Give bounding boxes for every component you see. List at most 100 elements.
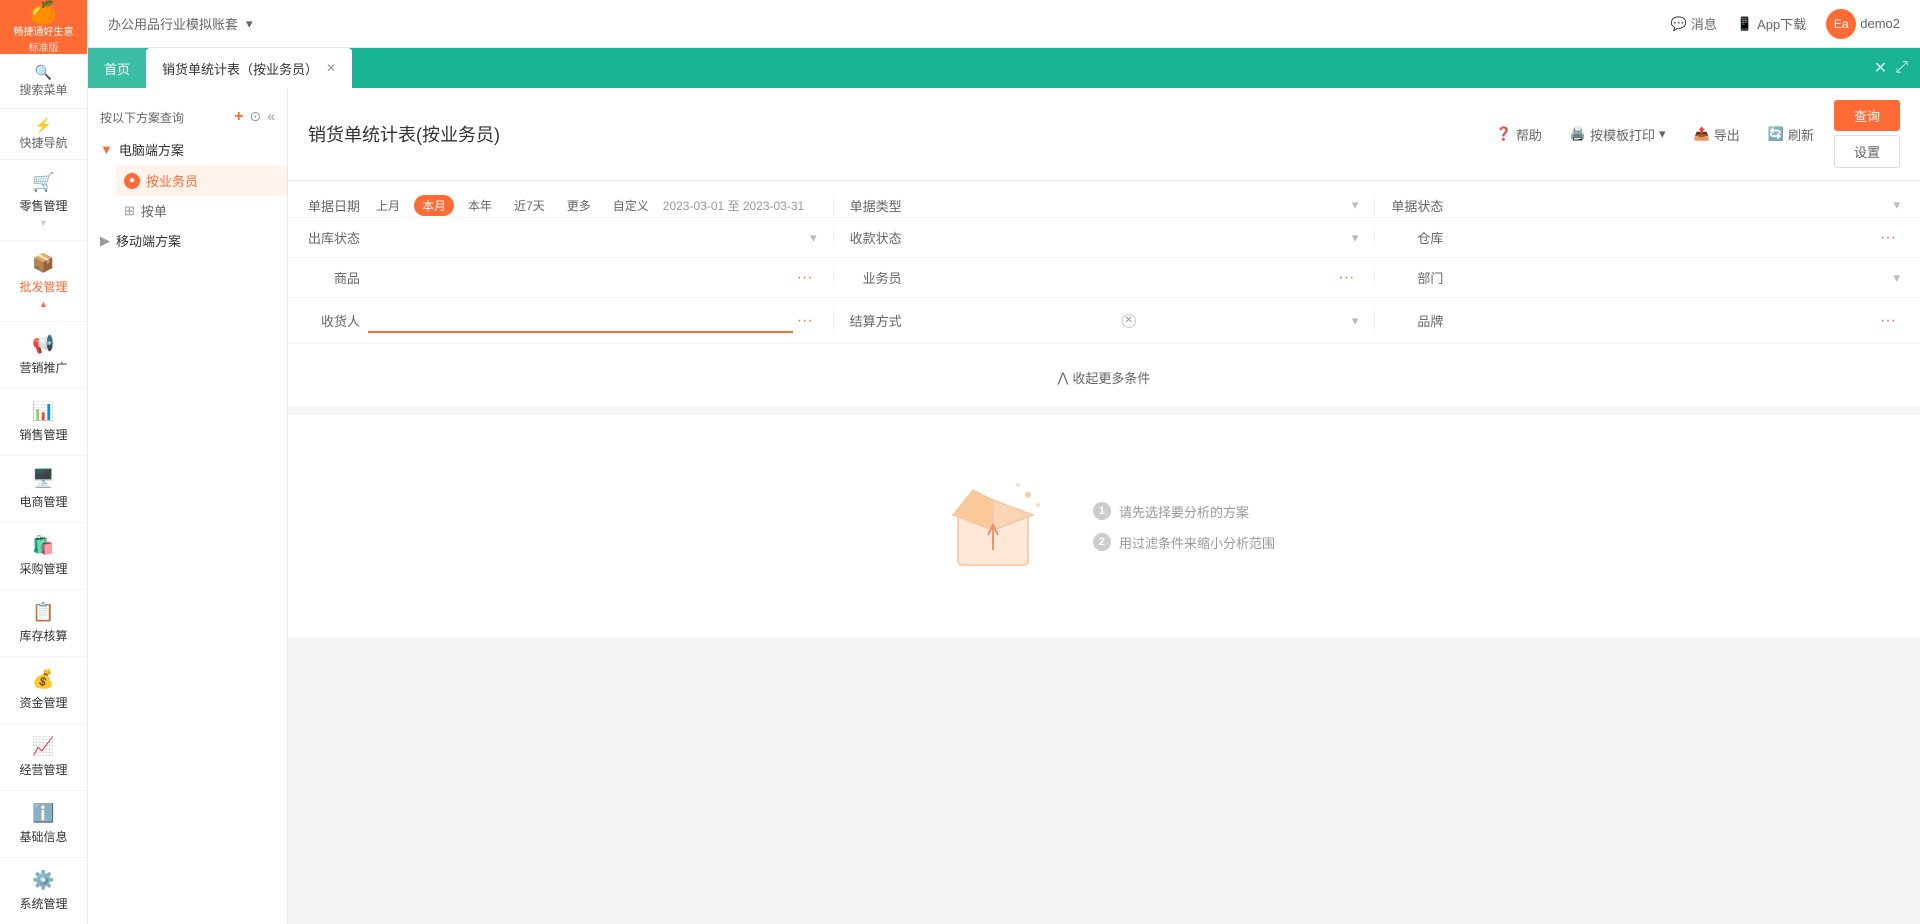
tab-home[interactable]: 首页 xyxy=(88,48,146,88)
dept-label: 部门 xyxy=(1391,268,1451,287)
help-button[interactable]: ❓ 帮助 xyxy=(1488,121,1550,148)
payment-clear-icon[interactable]: ✕ xyxy=(1122,314,1136,328)
sidebar-item-wholesale[interactable]: 📦 批发管理 ▲ xyxy=(0,241,87,322)
window-maximize-icon[interactable]: ⤢ xyxy=(1895,59,1908,77)
avatar: Ea xyxy=(1826,9,1856,39)
filter-order-status-item: 单据状态 ▾ xyxy=(1375,193,1900,217)
salesperson-more-icon[interactable]: ··· xyxy=(1334,269,1358,287)
sidebar-item-basic[interactable]: ℹ️ 基础信息 xyxy=(0,791,87,858)
receipt-status-label: 收款状态 xyxy=(850,228,910,247)
page-header: 销货单统计表(按业务员) ❓ 帮助 🖨️ 按模板打印 ▾ 📤 导出 xyxy=(288,88,1920,181)
filter-warehouse-item: 仓库 ··· xyxy=(1375,228,1900,247)
out-status-select[interactable]: ▾ xyxy=(368,230,817,246)
receipt-status-select[interactable]: ▾ xyxy=(910,230,1359,246)
order-label: 按单 xyxy=(141,201,167,220)
sidebar-item-system[interactable]: ⚙️ 系统管理 xyxy=(0,858,87,924)
receipt-status-arrow: ▾ xyxy=(1352,230,1359,246)
refresh-icon: 🔄 xyxy=(1768,126,1784,142)
print-dropdown-icon: ▾ xyxy=(1659,126,1666,142)
app-download-action[interactable]: 📱 App下载 xyxy=(1737,14,1806,33)
export-icon: 📤 xyxy=(1694,126,1710,142)
filter-row-2: 出库状态 ▾ 收款状态 ▾ 仓库 xyxy=(288,217,1920,257)
date-btn-last-month[interactable]: 上月 xyxy=(368,195,408,216)
warehouse-more-icon[interactable]: ··· xyxy=(1876,229,1900,247)
header-actions: 💬 消息 📱 App下载 Ea demo2 xyxy=(1671,9,1900,39)
dept-arrow: ▾ xyxy=(1893,270,1900,286)
goods-more-icon[interactable]: ··· xyxy=(793,269,817,287)
tab-close-icon[interactable]: ✕ xyxy=(326,61,336,75)
salesperson-dot: ● xyxy=(124,173,140,189)
panel-title: 按以下方案查询 xyxy=(100,109,184,126)
tab-sales-stats[interactable]: 销货单统计表（按业务员） ✕ xyxy=(146,48,352,88)
brand-more-icon[interactable]: ··· xyxy=(1876,312,1900,330)
payment-select[interactable]: ✕ ▾ xyxy=(910,313,1359,329)
sidebar-item-marketing[interactable]: 📢 营销推广 xyxy=(0,322,87,389)
order-status-label: 单据状态 xyxy=(1391,196,1451,215)
settings-button[interactable]: 设置 xyxy=(1834,135,1900,168)
date-btn-this-year[interactable]: 本年 xyxy=(460,195,500,216)
search-menu[interactable]: 🔍 搜索菜单 xyxy=(0,54,87,109)
dept-select[interactable]: ▾ xyxy=(1451,270,1900,286)
sidebar-item-operation[interactable]: 📈 经营管理 xyxy=(0,724,87,791)
sales-icon: 📊 xyxy=(32,401,54,422)
collapse-filters-button[interactable]: ⋀ 收起更多条件 xyxy=(1050,360,1159,395)
out-status-label: 出库状态 xyxy=(308,228,368,247)
message-action[interactable]: 💬 消息 xyxy=(1671,14,1717,33)
app-logo[interactable]: 🍊 畅捷通好生意 标准版 xyxy=(0,0,88,54)
tree-item-by-order[interactable]: ⊞ 按单 xyxy=(116,196,287,225)
inventory-icon: 📋 xyxy=(32,602,54,623)
filter-brand-item: 品牌 ··· xyxy=(1375,308,1900,333)
sidebar-item-finance[interactable]: 💰 资金管理 xyxy=(0,657,87,724)
box-svg xyxy=(933,475,1053,575)
print-template-button[interactable]: 🖨️ 按模板打印 ▾ xyxy=(1562,121,1674,148)
tree-item-by-salesperson[interactable]: ● 按业务员 xyxy=(116,165,287,196)
consignee-more-icon[interactable]: ··· xyxy=(793,312,817,330)
filter-order-type-item: 单据类型 ▾ xyxy=(834,193,1376,217)
warehouse-label: 仓库 xyxy=(1391,228,1451,247)
out-status-arrow: ▾ xyxy=(810,230,817,246)
username: demo2 xyxy=(1860,16,1900,31)
filter-row-1: 单据日期 上月 本月 本年 近7天 更多 自定义 2023-03-01 至 20… xyxy=(288,181,1920,217)
sidebar-item-retail[interactable]: 🛒 零售管理 ▼ xyxy=(0,160,87,241)
date-btn-this-month[interactable]: 本月 xyxy=(414,195,454,216)
sidebar-item-purchase[interactable]: 🛍️ 采购管理 xyxy=(0,523,87,590)
add-plan-icon[interactable]: + xyxy=(234,108,243,126)
settings-plan-icon[interactable]: ⊙ xyxy=(249,108,261,126)
content-area: 按以下方案查询 + ⊙ « ▼ 电脑端方案 ● 按业务员 ⊞ 按单 xyxy=(88,88,1920,924)
warehouse-input[interactable] xyxy=(1451,234,1876,242)
quick-nav[interactable]: ⚡ 快捷导航 xyxy=(0,109,87,160)
sidebar-item-ecommerce[interactable]: 🖥️ 电商管理 xyxy=(0,456,87,523)
export-button[interactable]: 📤 导出 xyxy=(1686,121,1748,148)
hint-2: 2 用过滤条件来缩小分析范围 xyxy=(1093,533,1275,552)
filter-receipt-status-item: 收款状态 ▾ xyxy=(834,228,1376,247)
filter-date-item: 单据日期 上月 本月 本年 近7天 更多 自定义 2023-03-01 至 20… xyxy=(308,193,834,217)
consignee-input[interactable] xyxy=(368,308,793,333)
tree-mobile[interactable]: ▶ 移动端方案 xyxy=(88,225,287,256)
window-close-icon[interactable]: ✕ xyxy=(1874,58,1887,78)
industry-dropdown-icon[interactable]: ▾ xyxy=(246,16,253,32)
sidebar: 🍊 畅捷通好生意 标准版 🔍 搜索菜单 ⚡ 快捷导航 🛒 零售管理 ▼ 📦 批发… xyxy=(0,0,88,924)
query-button[interactable]: 查询 xyxy=(1834,100,1900,131)
page-actions: ❓ 帮助 🖨️ 按模板打印 ▾ 📤 导出 🔄 刷新 xyxy=(1488,100,1900,168)
salesperson-label: 按业务员 xyxy=(146,171,198,190)
tree-desktop-label: 电脑端方案 xyxy=(119,140,184,159)
purchase-icon: 🛍️ xyxy=(32,535,54,556)
left-panel: 按以下方案查询 + ⊙ « ▼ 电脑端方案 ● 按业务员 ⊞ 按单 xyxy=(88,88,288,924)
sidebar-item-sales[interactable]: 📊 销售管理 xyxy=(0,389,87,456)
filter-out-status-item: 出库状态 ▾ xyxy=(308,228,834,247)
date-filter: 上月 本月 本年 近7天 更多 自定义 2023-03-01 至 2023-03… xyxy=(368,195,817,216)
order-status-arrow: ▾ xyxy=(1893,197,1900,213)
sidebar-item-inventory[interactable]: 📋 库存核算 xyxy=(0,590,87,657)
date-btn-7days[interactable]: 近7天 xyxy=(506,195,553,216)
collapse-panel-icon[interactable]: « xyxy=(267,108,275,126)
order-type-select[interactable]: ▾ xyxy=(910,193,1359,217)
date-btn-custom[interactable]: 自定义 xyxy=(605,195,657,216)
tab-window-actions: ✕ ⤢ xyxy=(1874,58,1920,78)
order-status-select[interactable]: ▾ xyxy=(1451,193,1900,217)
tree-desktop[interactable]: ▼ 电脑端方案 xyxy=(88,134,287,165)
user-profile[interactable]: Ea demo2 xyxy=(1826,9,1900,39)
refresh-button[interactable]: 🔄 刷新 xyxy=(1760,121,1822,148)
right-panel: 销货单统计表(按业务员) ❓ 帮助 🖨️ 按模板打印 ▾ 📤 导出 xyxy=(288,88,1920,924)
date-btn-more[interactable]: 更多 xyxy=(559,195,599,216)
filter-goods-item: 商品 ··· xyxy=(308,268,834,287)
